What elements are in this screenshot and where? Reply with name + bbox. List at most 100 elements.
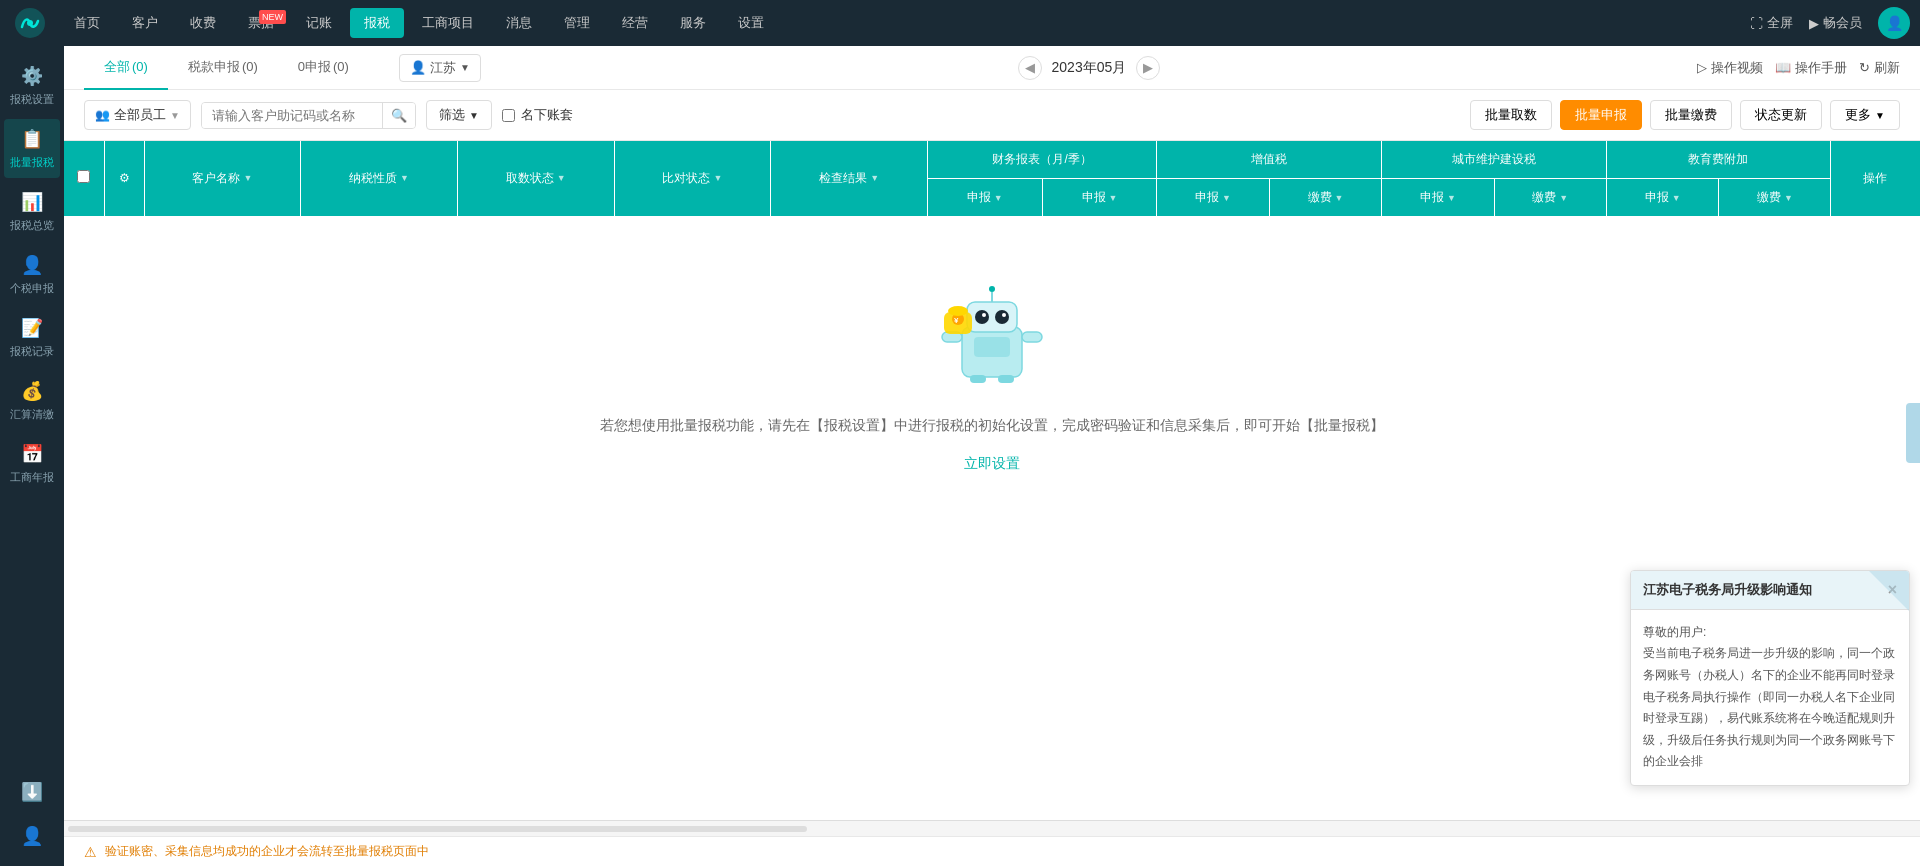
tab-zero-report[interactable]: 0申报(0) [278,46,369,90]
th-education-tax: 教育费附加 [1607,141,1831,179]
tax-record-icon: 📝 [20,316,44,340]
select-all-checkbox[interactable] [77,170,90,183]
svg-point-1 [27,20,33,26]
prev-month-btn[interactable]: ◀ [1018,56,1042,80]
th-city-report: 申报 [1382,179,1494,217]
nav-manage[interactable]: 管理 [550,8,604,38]
membership-icon: ▶ [1809,16,1819,31]
nav-fees[interactable]: 收费 [176,8,230,38]
th-financial-report: 财务报表（月/季） [927,141,1156,179]
nav-home[interactable]: 首页 [60,8,114,38]
new-badge: NEW [259,10,286,24]
filter-button[interactable]: 筛选 ▼ [426,100,492,130]
top-right-actions-row: ▷ 操作视频 📖 操作手册 ↻ 刷新 [1697,59,1900,77]
nav-bizproject[interactable]: 工商项目 [408,8,488,38]
nav-operation[interactable]: 经营 [608,8,662,38]
status-text: 验证账密、采集信息均成功的企业才会流转至批量报税页面中 [105,843,429,860]
nav-settings[interactable]: 设置 [724,8,778,38]
th-gear[interactable]: ⚙ [104,141,144,216]
download-icon: ⬇️ [20,780,44,804]
more-chevron-icon: ▼ [1875,110,1885,121]
svg-text:¥: ¥ [954,316,959,325]
membership-btn[interactable]: ▶ 畅会员 [1809,14,1862,32]
sidebar-item-download[interactable]: ⬇️ [4,772,60,812]
notification-title: 江苏电子税务局升级影响通知 [1643,581,1812,599]
th-vat-pay: 缴费 [1269,179,1381,217]
th-checkbox [64,141,104,216]
fullscreen-icon: ⛶ [1750,16,1763,31]
settlement-icon: 💰 [20,379,44,403]
nav-tax[interactable]: 报税 [350,8,404,38]
tab-tax-report[interactable]: 税款申报(0) [168,46,278,90]
operation-video-btn[interactable]: ▷ 操作视频 [1697,59,1763,77]
nav-bookkeeping[interactable]: 记账 [292,8,346,38]
empty-robot-illustration: ¥ [932,277,1052,397]
search-button[interactable]: 🔍 [382,103,415,128]
svg-point-9 [989,286,995,292]
next-month-btn[interactable]: ▶ [1136,56,1160,80]
sidebar-item-tax-overview[interactable]: 📊 报税总览 [4,182,60,241]
checkbox-label-accounts[interactable]: 名下账套 [502,106,573,124]
top-navigation: 首页 客户 收费 票据 NEW 记账 报税 工商项目 消息 管理 经营 服务 设… [0,0,1920,46]
sidebar-item-tax-settings[interactable]: ⚙️ 报税设置 [4,56,60,115]
video-icon: ▷ [1697,60,1707,75]
batch-pay-button[interactable]: 批量缴费 [1650,100,1732,130]
fullscreen-btn[interactable]: ⛶ 全屏 [1750,14,1793,32]
notification-side-tab[interactable] [1906,403,1920,463]
th-city-tax: 城市维护建设税 [1382,141,1607,179]
batch-tax-icon: 📋 [20,127,44,151]
batch-report-button[interactable]: 批量申报 [1560,100,1642,130]
nav-service[interactable]: 服务 [666,8,720,38]
th-vat-report: 申报 [1157,179,1269,217]
user-avatar[interactable]: 👤 [1878,7,1910,39]
accounts-checkbox[interactable] [502,109,515,122]
tax-settings-icon: ⚙️ [20,64,44,88]
svg-point-6 [982,313,986,317]
sidebar-item-annual-report[interactable]: 📅 工商年报 [4,434,60,493]
manual-icon: 📖 [1775,60,1791,75]
nav-customer[interactable]: 客户 [118,8,172,38]
empty-state: ¥ 若您想使用批量报税功能，请先在【报税设置 [64,217,1920,533]
th-customer-name-label: 客户名称 [192,170,252,187]
sidebar-item-user[interactable]: 👤 [4,816,60,856]
scroll-area[interactable] [64,820,1920,836]
notification-popup: 江苏电子税务局升级影响通知 × 尊敬的用户: 受当前电子税务局进一步升级的影响，… [1630,570,1910,786]
sidebar-item-tax-record[interactable]: 📝 报税记录 [4,308,60,367]
sidebar-item-settlement[interactable]: 💰 汇算清缴 [4,371,60,430]
operation-manual-btn[interactable]: 📖 操作手册 [1775,59,1847,77]
data-table: ⚙ 客户名称 纳税性质 取数状态 比对状态 [64,141,1920,533]
app-logo[interactable] [10,3,50,43]
th-compare-status: 比对状态 [614,141,771,216]
status-update-button[interactable]: 状态更新 [1740,100,1822,130]
personal-tax-icon: 👤 [20,253,44,277]
sidebar-item-batch-tax[interactable]: 📋 批量报税 [4,119,60,178]
employee-icon: 👥 [95,108,110,122]
region-selector[interactable]: 👤 江苏 ▼ [399,54,481,82]
region-icon: 👤 [410,60,426,75]
region-chevron-icon: ▼ [460,62,470,73]
employee-selector[interactable]: 👥 全部员工 ▼ [84,100,191,130]
th-tax-type: 纳税性质 [301,141,458,216]
svg-rect-18 [998,375,1014,383]
batch-fetch-button[interactable]: 批量取数 [1470,100,1552,130]
toolbar-right: 批量取数 批量申报 批量缴费 状态更新 更多 ▼ [1470,100,1900,130]
svg-point-15 [948,306,968,316]
th-customer-name: 客户名称 [144,141,301,216]
svg-point-7 [1002,313,1006,317]
user-icon: 👤 [20,824,44,848]
svg-rect-17 [970,375,986,383]
th-vat: 增值税 [1157,141,1382,179]
tabs-date-row: 全部(0) 税款申报(0) 0申报(0) 👤 江苏 ▼ ◀ 2023年05月 ▶… [64,46,1920,90]
th-fin-report: 申报 [927,179,1042,217]
search-input[interactable] [202,103,382,128]
tab-all[interactable]: 全部(0) [84,46,168,90]
nav-invoice[interactable]: 票据 NEW [234,8,288,38]
refresh-btn[interactable]: ↻ 刷新 [1859,59,1900,77]
setup-link[interactable]: 立即设置 [964,455,1020,473]
more-button[interactable]: 更多 ▼ [1830,100,1900,130]
th-edu-pay: 缴费 [1719,179,1830,217]
sidebar-item-personal-tax[interactable]: 👤 个税申报 [4,245,60,304]
nav-message[interactable]: 消息 [492,8,546,38]
sidebar: ⚙️ 报税设置 📋 批量报税 📊 报税总览 👤 个税申报 📝 报税记录 💰 汇算… [0,46,64,866]
horizontal-scrollbar[interactable] [68,826,807,832]
